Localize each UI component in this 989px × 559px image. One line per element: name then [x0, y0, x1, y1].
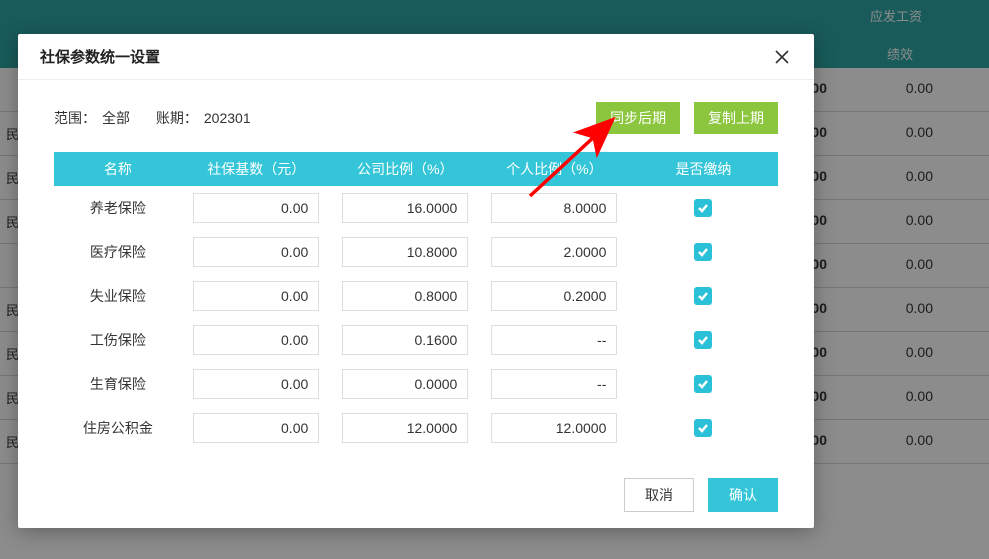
pay-checkbox[interactable] — [694, 419, 712, 437]
base-input[interactable] — [193, 281, 319, 311]
company-input[interactable] — [342, 193, 468, 223]
table-row: 养老保险 — [54, 186, 778, 230]
table-row: 工伤保险 — [54, 318, 778, 362]
info-row: 范围： 全部 账期： 202301 同步后期 复制上期 — [54, 102, 778, 134]
th-personal: 个人比例（%） — [480, 152, 629, 186]
th-company: 公司比例（%） — [331, 152, 480, 186]
personal-input[interactable] — [491, 369, 617, 399]
th-pay: 是否缴纳 — [629, 152, 778, 186]
params-table: 名称 社保基数（元） 公司比例（%） 个人比例（%） 是否缴纳 养老保险医疗保险… — [54, 152, 778, 450]
row-name: 医疗保险 — [54, 230, 182, 274]
company-input[interactable] — [342, 413, 468, 443]
th-base: 社保基数（元） — [182, 152, 331, 186]
sync-later-button[interactable]: 同步后期 — [596, 102, 680, 134]
personal-input[interactable] — [491, 413, 617, 443]
pay-checkbox[interactable] — [694, 243, 712, 261]
personal-input[interactable] — [491, 281, 617, 311]
base-input[interactable] — [193, 369, 319, 399]
check-icon — [697, 290, 709, 302]
check-icon — [697, 378, 709, 390]
row-name: 养老保险 — [54, 186, 182, 230]
company-input[interactable] — [342, 369, 468, 399]
copy-prev-button[interactable]: 复制上期 — [694, 102, 778, 134]
row-name: 失业保险 — [54, 274, 182, 318]
company-input[interactable] — [342, 237, 468, 267]
scope-label: 范围： — [54, 110, 96, 126]
close-icon — [774, 49, 790, 65]
cancel-button[interactable]: 取消 — [624, 478, 694, 512]
check-icon — [697, 202, 709, 214]
pay-checkbox[interactable] — [694, 287, 712, 305]
period-value: 202301 — [204, 110, 251, 126]
personal-input[interactable] — [491, 237, 617, 267]
check-icon — [697, 334, 709, 346]
table-row: 生育保险 — [54, 362, 778, 406]
pay-checkbox[interactable] — [694, 199, 712, 217]
check-icon — [697, 246, 709, 258]
pay-checkbox[interactable] — [694, 331, 712, 349]
period-label: 账期： — [156, 110, 198, 126]
base-input[interactable] — [193, 325, 319, 355]
social-insurance-modal: 社保参数统一设置 范围： 全部 账期： 202301 同步后期 复制上期 名称 社保… — [18, 34, 814, 528]
close-button[interactable] — [772, 47, 792, 67]
company-input[interactable] — [342, 325, 468, 355]
th-name: 名称 — [54, 152, 182, 186]
base-input[interactable] — [193, 237, 319, 267]
table-row: 医疗保险 — [54, 230, 778, 274]
row-name: 生育保险 — [54, 362, 182, 406]
row-name: 住房公积金 — [54, 406, 182, 450]
pay-checkbox[interactable] — [694, 375, 712, 393]
personal-input[interactable] — [491, 325, 617, 355]
base-input[interactable] — [193, 193, 319, 223]
modal-title: 社保参数统一设置 — [40, 46, 160, 67]
company-input[interactable] — [342, 281, 468, 311]
modal-header: 社保参数统一设置 — [18, 34, 814, 80]
modal-footer: 取消 确认 — [18, 468, 814, 528]
check-icon — [697, 422, 709, 434]
table-row: 住房公积金 — [54, 406, 778, 450]
row-name: 工伤保险 — [54, 318, 182, 362]
scope-value: 全部 — [102, 110, 130, 126]
table-row: 失业保险 — [54, 274, 778, 318]
confirm-button[interactable]: 确认 — [708, 478, 778, 512]
base-input[interactable] — [193, 413, 319, 443]
personal-input[interactable] — [491, 193, 617, 223]
